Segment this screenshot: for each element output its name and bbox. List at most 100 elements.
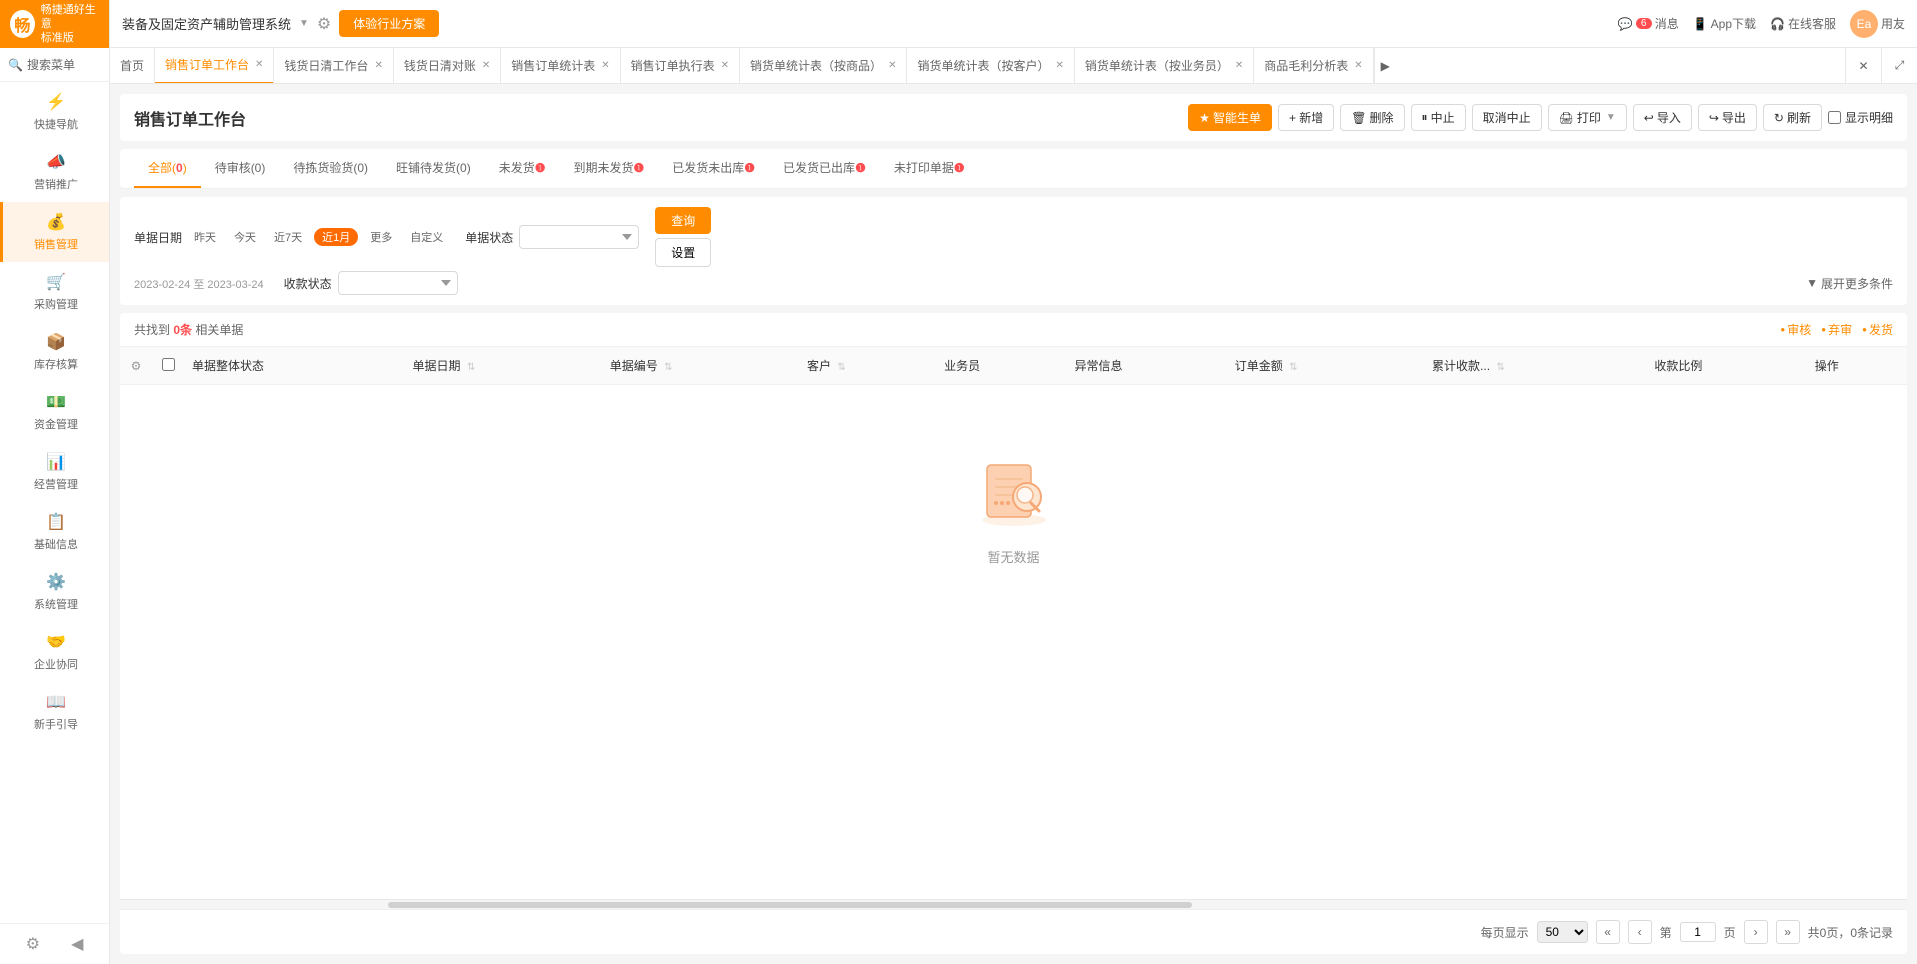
sub-tab-not-shipped[interactable]: 未发货❶ (485, 149, 560, 188)
tab-close-sales-stats-customer[interactable]: ✕ (1055, 60, 1063, 71)
th-amount[interactable]: 订单金额 ⇅ (1227, 347, 1424, 385)
th-collected[interactable]: 累计收款... ⇅ (1424, 347, 1646, 385)
tab-sales-stats-customer[interactable]: 销货单统计表（按客户） ✕ (907, 48, 1074, 84)
sub-tab-shipped-out[interactable]: 已发货已出库❶ (769, 149, 880, 188)
search-icon: 🔍 (8, 58, 23, 72)
horizontal-scrollbar[interactable] (120, 899, 1907, 909)
pause-button[interactable]: ⏸ 中止 (1411, 104, 1466, 131)
date-btn-last7[interactable]: 近7天 (268, 227, 308, 247)
last-page-button[interactable]: » (1776, 920, 1800, 944)
review-action-button[interactable]: 审核 (1780, 321, 1811, 338)
tab-nav-more-button[interactable]: ▶ (1374, 48, 1396, 84)
date-btn-today[interactable]: 今天 (228, 227, 262, 247)
tab-cash-daily[interactable]: 钱货日清工作台 ✕ (274, 48, 393, 84)
tab-close-cash-reconcile[interactable]: ✕ (482, 60, 490, 71)
sidebar-item-enterprise[interactable]: 🤝 企业协同 (0, 622, 109, 682)
import-icon: ↩ (1644, 111, 1654, 125)
scroll-thumb (388, 902, 1192, 908)
next-page-button[interactable]: › (1744, 920, 1768, 944)
sidebar-item-marketing[interactable]: 📣 营销推广 (0, 142, 109, 202)
date-btn-last1month[interactable]: 近1月 (314, 228, 358, 246)
status-select[interactable] (519, 225, 639, 249)
user-menu-button[interactable]: Ea 用友 (1850, 10, 1905, 38)
tab-close-sales-order-exec[interactable]: ✕ (721, 60, 729, 71)
tab-product-margin[interactable]: 商品毛利分析表 ✕ (1254, 48, 1373, 84)
print-button[interactable]: 🖨 打印 ▼ (1548, 104, 1627, 131)
solution-button[interactable]: 体验行业方案 (339, 10, 439, 37)
sub-tab-shipped-not-out[interactable]: 已发货未出库❶ (658, 149, 769, 188)
sub-tab-pending-inspect[interactable]: 待拣货验货(0) (279, 149, 382, 188)
filter-right: 查询 设置 (655, 207, 711, 267)
prev-page-button[interactable]: ‹ (1628, 920, 1652, 944)
tab-close-cash-daily[interactable]: ✕ (374, 60, 382, 71)
operation-icon: 📊 (46, 452, 66, 472)
show-detail-checkbox[interactable] (1828, 111, 1841, 124)
th-customer[interactable]: 客户 ⇅ (799, 347, 936, 385)
payment-filter: 收款状态 (284, 271, 458, 295)
sidebar-item-inventory[interactable]: 📦 库存核算 (0, 322, 109, 382)
add-button[interactable]: + 新增 (1278, 104, 1334, 131)
tab-close-sales-stats-staff[interactable]: ✕ (1235, 60, 1243, 71)
collapse-sidebar-button[interactable]: ◀ (71, 934, 83, 954)
refresh-button[interactable]: ↻ 刷新 (1763, 104, 1822, 131)
delete-button[interactable]: 🗑 删除 (1340, 104, 1404, 131)
sub-tab-overdue[interactable]: 到期未发货❶ (559, 149, 658, 188)
sidebar-item-operation[interactable]: 📊 经营管理 (0, 442, 109, 502)
tab-close-product-margin[interactable]: ✕ (1354, 60, 1362, 71)
th-date[interactable]: 单据日期 ⇅ (404, 347, 601, 385)
settings-footer-button[interactable]: ⚙ (26, 934, 40, 954)
sidebar-search-item[interactable]: 🔍 搜索菜单 (0, 48, 109, 82)
tab-fullscreen-button[interactable]: ⤢ (1881, 48, 1917, 84)
sidebar-item-finance[interactable]: 💵 资金管理 (0, 382, 109, 442)
query-button[interactable]: 查询 (655, 207, 711, 234)
tab-close-all-button[interactable]: ✕ (1845, 48, 1881, 84)
tab-cash-reconcile[interactable]: 钱货日清对账 ✕ (394, 48, 501, 84)
system-name: 装备及固定资产辅助管理系统 (122, 14, 291, 33)
date-btn-more[interactable]: 更多 (364, 227, 398, 247)
ship-action-button[interactable]: 发货 (1862, 321, 1893, 338)
smart-create-button[interactable]: ★ 智能生单 (1188, 104, 1272, 131)
date-btn-yesterday[interactable]: 昨天 (188, 227, 222, 247)
tab-sales-order-stats[interactable]: 销售订单统计表 ✕ (501, 48, 620, 84)
sidebar-item-basic-info[interactable]: 📋 基础信息 (0, 502, 109, 562)
table-area: 共找到 0条 相关单据 审核 弃审 发货 (120, 313, 1907, 954)
sidebar-item-quick-nav[interactable]: ⚡ 快捷导航 (0, 82, 109, 142)
sub-tab-wangpu[interactable]: 旺铺待发货(0) (382, 149, 485, 188)
tab-home[interactable]: 首页 (110, 48, 155, 84)
online-service-button[interactable]: 🎧 在线客服 (1770, 15, 1836, 32)
tab-close-sales-stats-product[interactable]: ✕ (888, 60, 896, 71)
select-all-checkbox[interactable] (162, 358, 175, 371)
sub-tab-not-printed[interactable]: 未打印单据❶ (880, 149, 979, 188)
tab-sales-order-exec[interactable]: 销售订单执行表 ✕ (621, 48, 740, 84)
page-actions: ★ 智能生单 + 新增 🗑 删除 ⏸ 中止 取消中止 🖨 (1188, 104, 1893, 131)
payment-select[interactable] (338, 271, 458, 295)
app-download-button[interactable]: 📱 App下载 (1693, 15, 1756, 32)
export-button[interactable]: ↪ 导出 (1698, 104, 1757, 131)
main-area: 装备及固定资产辅助管理系统 ▼ ⚙ 体验行业方案 💬 6 消息 📱 App下载 … (110, 0, 1917, 964)
import-button[interactable]: ↩ 导入 (1633, 104, 1692, 131)
page-number-input[interactable] (1680, 922, 1716, 942)
message-button[interactable]: 💬 6 消息 (1618, 15, 1679, 32)
th-number[interactable]: 单据编号 ⇅ (602, 347, 799, 385)
cancel-pause-button[interactable]: 取消中止 (1472, 104, 1542, 131)
show-detail-checkbox-label[interactable]: 显示明细 (1828, 109, 1893, 126)
sidebar-item-system[interactable]: ⚙️ 系统管理 (0, 562, 109, 622)
settings-button[interactable]: 设置 (655, 238, 711, 267)
sidebar-item-newbie[interactable]: 📖 新手引导 (0, 682, 109, 742)
sub-tab-pending-review[interactable]: 待审核(0) (201, 149, 280, 188)
gear-settings-icon[interactable]: ⚙ (317, 14, 331, 34)
tab-sales-stats-staff[interactable]: 销货单统计表（按业务员） ✕ (1075, 48, 1254, 84)
cancel-review-action-button[interactable]: 弃审 (1821, 321, 1852, 338)
sidebar-item-purchase[interactable]: 🛒 采购管理 (0, 262, 109, 322)
date-btn-custom[interactable]: 自定义 (404, 227, 449, 247)
first-page-button[interactable]: « (1596, 920, 1620, 944)
tab-sales-order-workspace[interactable]: 销售订单工作台 ✕ (155, 48, 274, 84)
expand-filter-button[interactable]: ▼ 展开更多条件 (1806, 275, 1893, 292)
sidebar-item-sales[interactable]: 💰 销售管理 (0, 202, 109, 262)
tab-close-sales-order-stats[interactable]: ✕ (601, 60, 609, 71)
page-size-select[interactable]: 10 20 50 100 (1537, 921, 1588, 943)
tab-sales-stats-product[interactable]: 销货单统计表（按商品） ✕ (740, 48, 907, 84)
tab-close-sales-order-workspace[interactable]: ✕ (255, 59, 263, 70)
th-column-settings[interactable]: ⚙ (120, 347, 152, 385)
sub-tab-all[interactable]: 全部(0) (134, 149, 201, 188)
